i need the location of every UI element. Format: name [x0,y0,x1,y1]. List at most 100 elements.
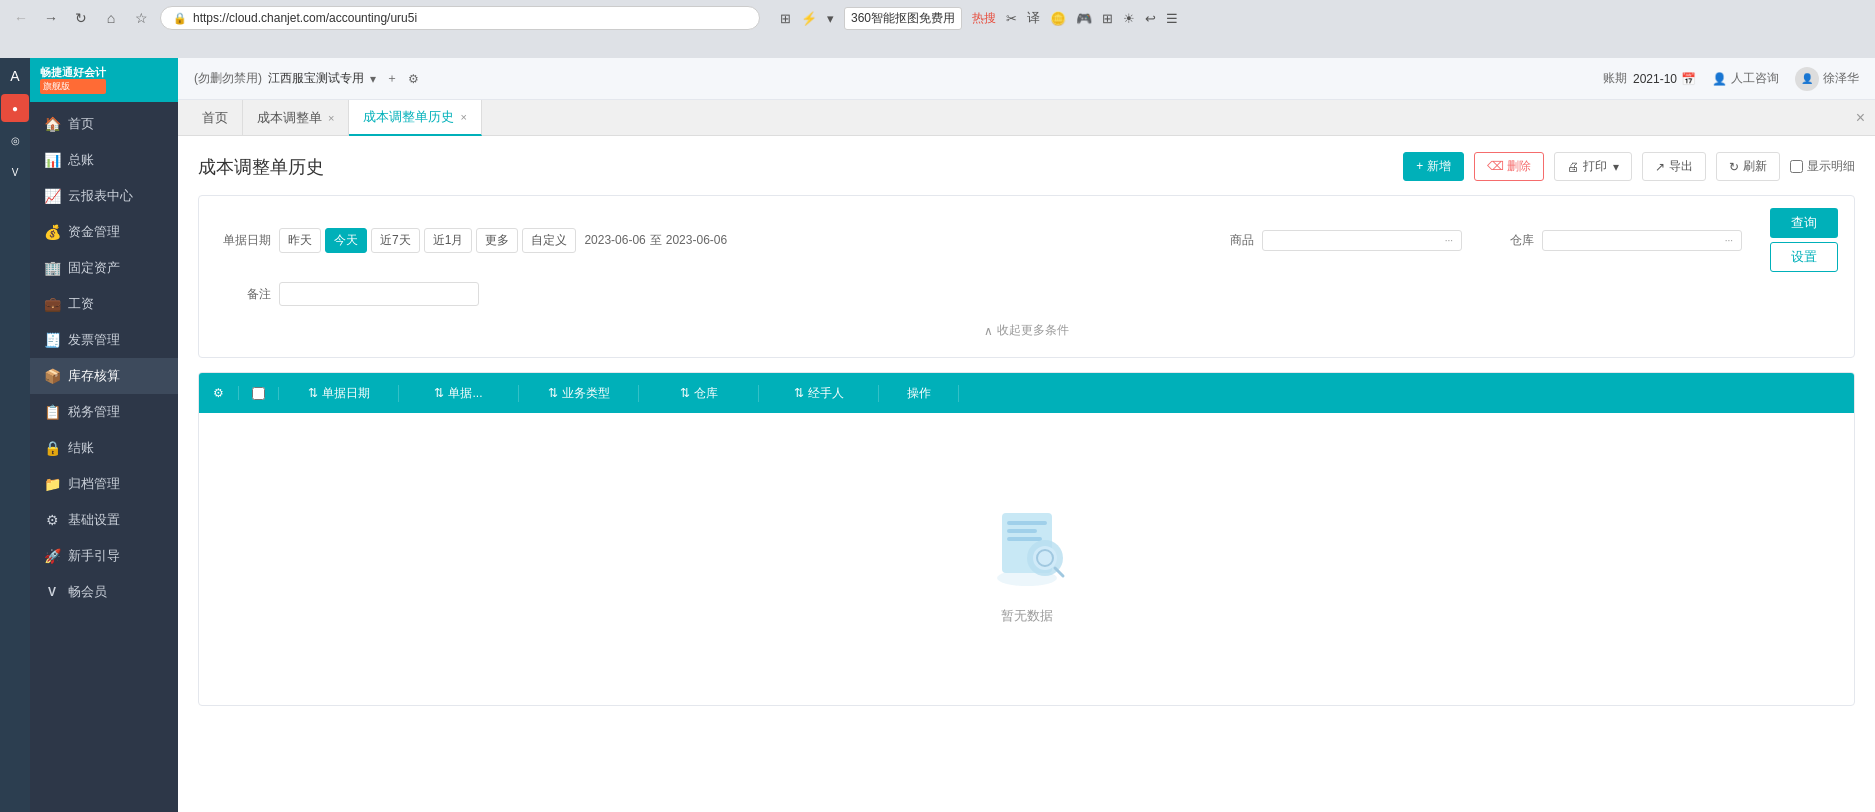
user-icon: 👤 [1712,72,1727,86]
sidebar-logo: 畅捷通好会计 旗舰版 [30,58,178,102]
show-detail-input[interactable] [1790,160,1803,173]
th-date[interactable]: ⇅ 单据日期 [279,385,399,402]
sidebar-item-guide[interactable]: 🚀 新手引导 [30,538,178,574]
url-text: https://cloud.chanjet.com/accounting/uru… [193,11,417,25]
game-icon[interactable]: 🎮 [1076,11,1092,26]
browser-actions: ⊞ ⚡ ▾ 360智能抠图免费用 热搜 ✂ 译 🪙 🎮 ⊞ ☀ ↩ ☰ [780,7,1178,30]
sidebar-item-home[interactable]: 🏠 首页 [30,106,178,142]
extensions-icon[interactable]: ⊞ [780,11,791,26]
lightning-icon[interactable]: ⚡ [801,11,817,26]
dropdown-icon[interactable]: ▾ [827,11,834,26]
period-info: 账期 2021-10 📅 [1603,70,1696,87]
translate-icon[interactable]: 译 [1027,9,1040,27]
date-btn-month[interactable]: 近1月 [424,228,473,253]
close-all-tabs-btn[interactable]: × [1856,109,1865,127]
tab-cost-adjust[interactable]: 成本调整单 × [243,100,349,136]
sidebar-label-reports: 云报表中心 [68,187,133,205]
cut-icon[interactable]: ✂ [1006,11,1017,26]
new-btn[interactable]: + 新增 [1403,152,1463,181]
company-label: (勿删勿禁用) [194,70,262,87]
search-bar[interactable]: 360智能抠图免费用 [844,7,962,30]
select-all-checkbox[interactable] [252,387,265,400]
query-btn[interactable]: 查询 [1770,208,1838,238]
logo-text: 畅捷通好会计 [40,66,106,79]
url-bar[interactable]: 🔒 https://cloud.chanjet.com/accounting/u… [160,6,760,30]
sidebar-item-assets[interactable]: 🏢 固定资产 [30,250,178,286]
sidebar-label-assets: 固定资产 [68,259,120,277]
sidebar-label-vip: 畅会员 [68,583,107,601]
sidebar-item-closing[interactable]: 🔒 结账 [30,430,178,466]
icon-bar-item-4[interactable]: V [1,158,29,186]
th-settings[interactable]: ⚙ [199,386,239,400]
warehouse-select[interactable]: ··· [1542,230,1742,251]
top-bar-right: 账期 2021-10 📅 👤 人工咨询 👤 徐泽华 [1603,67,1859,91]
th-date-sort: ⇅ [308,386,318,400]
sidebar-label-guide: 新手引导 [68,547,120,565]
date-btn-more[interactable]: 更多 [476,228,518,253]
brightness-icon[interactable]: ☀ [1123,11,1135,26]
th-operator[interactable]: ⇅ 经手人 [759,385,879,402]
sidebar-item-invoice[interactable]: 🧾 发票管理 [30,322,178,358]
show-detail-checkbox[interactable]: 显示明细 [1790,158,1855,175]
back-btn[interactable]: ← [10,7,32,29]
period-value: 2021-10 [1633,72,1677,86]
tab-cost-history-close[interactable]: × [460,111,466,123]
date-btn-yesterday[interactable]: 昨天 [279,228,321,253]
date-btn-7days[interactable]: 近7天 [371,228,420,253]
date-btn-today[interactable]: 今天 [325,228,367,253]
sidebar-item-reports[interactable]: 📈 云报表中心 [30,178,178,214]
remark-input[interactable] [279,282,479,306]
grid-icon[interactable]: ⊞ [1102,11,1113,26]
payroll-icon: 💼 [44,296,60,312]
undo-icon[interactable]: ↩ [1145,11,1156,26]
th-type-label: 业务类型 [562,385,610,402]
sidebar-item-ledger[interactable]: 📊 总账 [30,142,178,178]
sidebar-item-funds[interactable]: 💰 资金管理 [30,214,178,250]
th-type[interactable]: ⇅ 业务类型 [519,385,639,402]
refresh-btn[interactable]: ↻ 刷新 [1716,152,1780,181]
tab-cost-adjust-close[interactable]: × [328,112,334,124]
collapse-label: 收起更多条件 [997,322,1069,339]
bookmark-btn[interactable]: ☆ [130,7,152,29]
export-btn[interactable]: ↗ 导出 [1642,152,1706,181]
sidebar-item-archive[interactable]: 📁 归档管理 [30,466,178,502]
th-number[interactable]: ⇅ 单据... [399,385,519,402]
sidebar-item-inventory[interactable]: 📦 库存核算 [30,358,178,394]
user-info[interactable]: 👤 人工咨询 [1712,70,1779,87]
funds-icon: 💰 [44,224,60,240]
sidebar-item-vip[interactable]: V 畅会员 [30,574,178,610]
forward-btn[interactable]: → [40,7,62,29]
filter-goods-item: 商品 ··· [1198,230,1462,251]
reload-btn[interactable]: ↻ [70,7,92,29]
icon-bar-item-3[interactable]: ◎ [1,126,29,154]
collapse-btn[interactable]: ∧ 收起更多条件 [215,316,1838,345]
filter-row-2: 备注 [215,282,1838,306]
goods-select[interactable]: ··· [1262,230,1462,251]
print-btn[interactable]: 🖨 🖨 打印 打印 ▾ [1554,152,1632,181]
menu-icon[interactable]: ☰ [1166,11,1178,26]
th-type-sort: ⇅ [548,386,558,400]
print-dropdown-icon[interactable]: ▾ [1613,160,1619,174]
add-company-btn[interactable]: ＋ [386,70,398,87]
date-btn-custom[interactable]: 自定义 [522,228,576,253]
tab-cost-history[interactable]: 成本调整单历史 × [349,100,481,136]
calendar-icon[interactable]: 📅 [1681,72,1696,86]
delete-btn[interactable]: ⌫ 删除 [1474,152,1544,181]
filter-settings-btn[interactable]: 设置 [1770,242,1838,272]
th-check[interactable] [239,387,279,400]
sidebar-item-settings[interactable]: ⚙ 基础设置 [30,502,178,538]
sidebar-item-payroll[interactable]: 💼 工资 [30,286,178,322]
home-btn[interactable]: ⌂ [100,7,122,29]
tab-home[interactable]: 首页 [188,100,243,136]
th-warehouse[interactable]: ⇅ 仓库 [639,385,759,402]
icon-bar-app[interactable]: A [1,62,29,90]
company-settings-icon[interactable]: ⚙ [408,72,419,86]
filter-row-1: 单据日期 昨天 今天 近7天 近1月 更多 自定义 2023-06-06 至 [215,208,1838,272]
goods-label: 商品 [1198,232,1254,249]
icon-bar-active[interactable]: ● [1,94,29,122]
user-profile[interactable]: 👤 徐泽华 [1795,67,1859,91]
sidebar-item-tax[interactable]: 📋 税务管理 [30,394,178,430]
invoice-icon: 🧾 [44,332,60,348]
company-select[interactable]: (勿删勿禁用) 江西服宝测试专用 ▾ ＋ ⚙ [194,70,419,87]
wallet-icon[interactable]: 🪙 [1050,11,1066,26]
